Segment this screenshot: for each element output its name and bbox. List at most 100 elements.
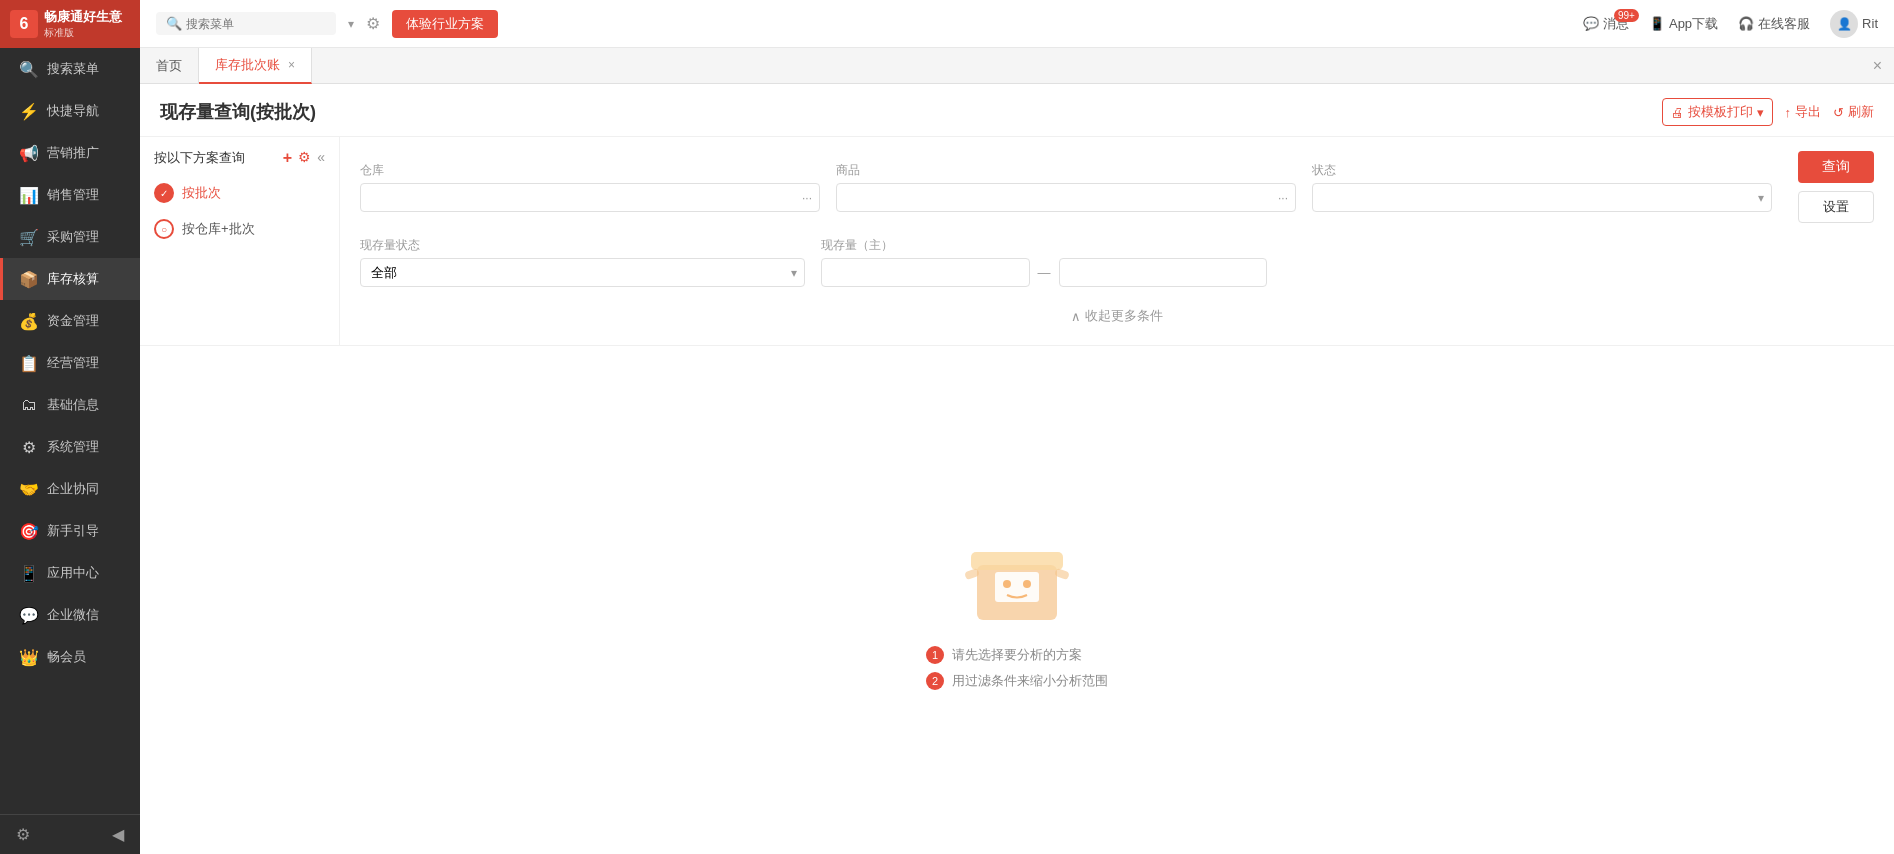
stock-qty-from[interactable] (821, 258, 1029, 287)
sidebar-item-wechat[interactable]: 💬 企业微信 (0, 594, 140, 636)
svg-point-4 (1023, 580, 1031, 588)
print-label: 按模板打印 (1688, 103, 1753, 121)
sidebar-item-search[interactable]: 🔍 搜索菜单 (0, 48, 140, 90)
online-service-btn[interactable]: 🎧 在线客服 (1738, 15, 1810, 33)
stock-qty-to[interactable] (1059, 258, 1267, 287)
sidebar-item-label: 快捷导航 (47, 102, 99, 120)
sidebar-item-label: 畅会员 (47, 648, 86, 666)
query-btn[interactable]: 查询 (1798, 151, 1874, 183)
sidebar-item-member[interactable]: 👑 畅会员 (0, 636, 140, 678)
messages-btn[interactable]: 💬 消息 99+ (1583, 15, 1629, 33)
sidebar-item-basic[interactable]: 🗂 基础信息 (0, 384, 140, 426)
stock-status-select[interactable]: 全部 有库存 无库存 (360, 258, 805, 287)
sidebar-item-label: 经营管理 (47, 354, 99, 372)
tip-text-2: 用过滤条件来缩小分析范围 (952, 672, 1108, 690)
app-logo: 6 (10, 10, 38, 38)
tab-close-icon[interactable]: × (288, 58, 295, 72)
empty-svg (957, 510, 1077, 630)
search-input[interactable] (186, 17, 316, 31)
finance-icon: 💰 (19, 311, 39, 331)
product-input[interactable] (836, 183, 1296, 212)
range-separator: — (1038, 265, 1051, 280)
sidebar-item-guide[interactable]: 🎯 新手引导 (0, 510, 140, 552)
app-version: 标准版 (44, 26, 122, 39)
print-btn[interactable]: 🖨 按模板打印 ▾ (1662, 98, 1773, 126)
print-dropdown-icon[interactable]: ▾ (1757, 105, 1764, 120)
sidebar-item-operations[interactable]: 📋 经营管理 (0, 342, 140, 384)
sidebar-item-enterprise[interactable]: 🤝 企业协同 (0, 468, 140, 510)
sidebar-collapse-btn[interactable]: ◀ (112, 825, 124, 844)
stock-qty-label: 现存量（主） (821, 237, 1266, 254)
trial-btn[interactable]: 体验行业方案 (392, 10, 498, 38)
tab-home[interactable]: 首页 (140, 48, 199, 84)
topbar-settings-icon[interactable]: ⚙ (366, 14, 380, 33)
user-avatar-btn[interactable]: 👤 Rit (1830, 10, 1878, 38)
sidebar-item-label: 库存核算 (47, 270, 99, 288)
empty-tip-2: 2 用过滤条件来缩小分析范围 (926, 672, 1108, 690)
sidebar-item-label: 采购管理 (47, 228, 99, 246)
filter-field-stock-status: 现存量状态 全部 有库存 无库存 ▾ (360, 237, 805, 287)
inventory-icon: 📦 (19, 269, 39, 289)
warehouse-label: 仓库 (360, 162, 820, 179)
sidebar-item-purchase[interactable]: 🛒 采购管理 (0, 216, 140, 258)
dropdown-icon[interactable]: ▾ (348, 17, 354, 31)
status-select[interactable]: 启用 停用 (1312, 183, 1772, 212)
operations-icon: 📋 (19, 353, 39, 373)
sidebar-item-finance[interactable]: 💰 资金管理 (0, 300, 140, 342)
sidebar-item-marketing[interactable]: 📢 营销推广 (0, 132, 140, 174)
tabbar-close-btn[interactable]: × (1861, 57, 1894, 75)
product-more-icon[interactable]: ··· (1278, 191, 1288, 205)
sidebar-item-label: 搜索菜单 (47, 60, 99, 78)
status-select-wrapper: 启用 停用 ▾ (1312, 183, 1772, 212)
scheme-panel-title: 按以下方案查询 (154, 149, 245, 167)
tabbar: 首页 库存批次账 × × (140, 48, 1894, 84)
scheme-settings-btn[interactable]: ⚙ (298, 149, 311, 167)
topbar-right: 💬 消息 99+ 📱 App下载 🎧 在线客服 👤 Rit (1583, 10, 1878, 38)
sidebar-item-label: 企业协同 (47, 480, 99, 498)
scheme-collapse-btn[interactable]: « (317, 149, 325, 167)
wechat-icon: 💬 (19, 605, 39, 625)
scheme-item-cangku-pici[interactable]: ○ 按仓库+批次 (140, 211, 339, 247)
scheme-panel: 按以下方案查询 + ⚙ « ✓ 按批次 ○ 按仓库+批次 (140, 137, 340, 345)
refresh-btn[interactable]: ↺ 刷新 (1833, 103, 1874, 121)
sidebar: 6 畅康通好生意 标准版 🔍 搜索菜单 ⚡ 快捷导航 📢 营销推广 📊 销售管理… (0, 0, 140, 854)
sidebar-settings-btn[interactable]: ⚙ (16, 825, 30, 844)
app-download-btn[interactable]: 📱 App下载 (1649, 15, 1718, 33)
export-btn[interactable]: ↑ 导出 (1785, 103, 1822, 121)
basic-icon: 🗂 (19, 395, 39, 415)
sidebar-item-inventory[interactable]: 📦 库存核算 (0, 258, 140, 300)
sidebar-item-label: 资金管理 (47, 312, 99, 330)
filter-field-warehouse: 仓库 ··· (360, 162, 820, 212)
search-icon: 🔍 (19, 59, 39, 79)
scheme-add-btn[interactable]: + (283, 149, 292, 167)
filter-row-1: 仓库 ··· 商品 ··· (360, 151, 1874, 223)
empty-illustration (957, 510, 1077, 630)
print-icon: 🖨 (1671, 105, 1684, 120)
tab-inventory-batch[interactable]: 库存批次账 × (199, 48, 312, 84)
warehouse-input[interactable] (360, 183, 820, 212)
collapse-icon: ∧ (1071, 309, 1081, 324)
service-icon: 🎧 (1738, 16, 1754, 31)
sidebar-item-shortcut[interactable]: ⚡ 快捷导航 (0, 90, 140, 132)
sidebar-item-sales[interactable]: 📊 销售管理 (0, 174, 140, 216)
scheme-item-pici[interactable]: ✓ 按批次 (140, 175, 339, 211)
scheme-inactive-icon: ○ (154, 219, 174, 239)
collapse-more-btn[interactable]: ∧ 收起更多条件 (360, 301, 1874, 331)
app-name-block: 畅康通好生意 标准版 (44, 9, 122, 39)
filter-row-2: 现存量状态 全部 有库存 无库存 ▾ 现存量（主） (360, 237, 1874, 287)
sidebar-item-apps[interactable]: 📱 应用中心 (0, 552, 140, 594)
inventory-batch-tab-label: 库存批次账 (215, 56, 280, 74)
user-name: Rit (1862, 16, 1878, 31)
export-label: 导出 (1795, 103, 1821, 121)
content: 现存量查询(按批次) 🖨 按模板打印 ▾ ↑ 导出 ↺ 刷新 (140, 84, 1894, 854)
guide-icon: 🎯 (19, 521, 39, 541)
sidebar-item-label: 应用中心 (47, 564, 99, 582)
topbar-search-box[interactable]: 🔍 (156, 12, 336, 35)
warehouse-more-icon[interactable]: ··· (802, 191, 812, 205)
sidebar-nav: 🔍 搜索菜单 ⚡ 快捷导航 📢 营销推广 📊 销售管理 🛒 采购管理 📦 库存核… (0, 48, 140, 814)
sidebar-item-system[interactable]: ⚙ 系统管理 (0, 426, 140, 468)
status-label: 状态 (1312, 162, 1772, 179)
page-panel: 现存量查询(按批次) 🖨 按模板打印 ▾ ↑ 导出 ↺ 刷新 (140, 84, 1894, 854)
settings-btn[interactable]: 设置 (1798, 191, 1874, 223)
scheme-label: 按仓库+批次 (182, 220, 255, 238)
